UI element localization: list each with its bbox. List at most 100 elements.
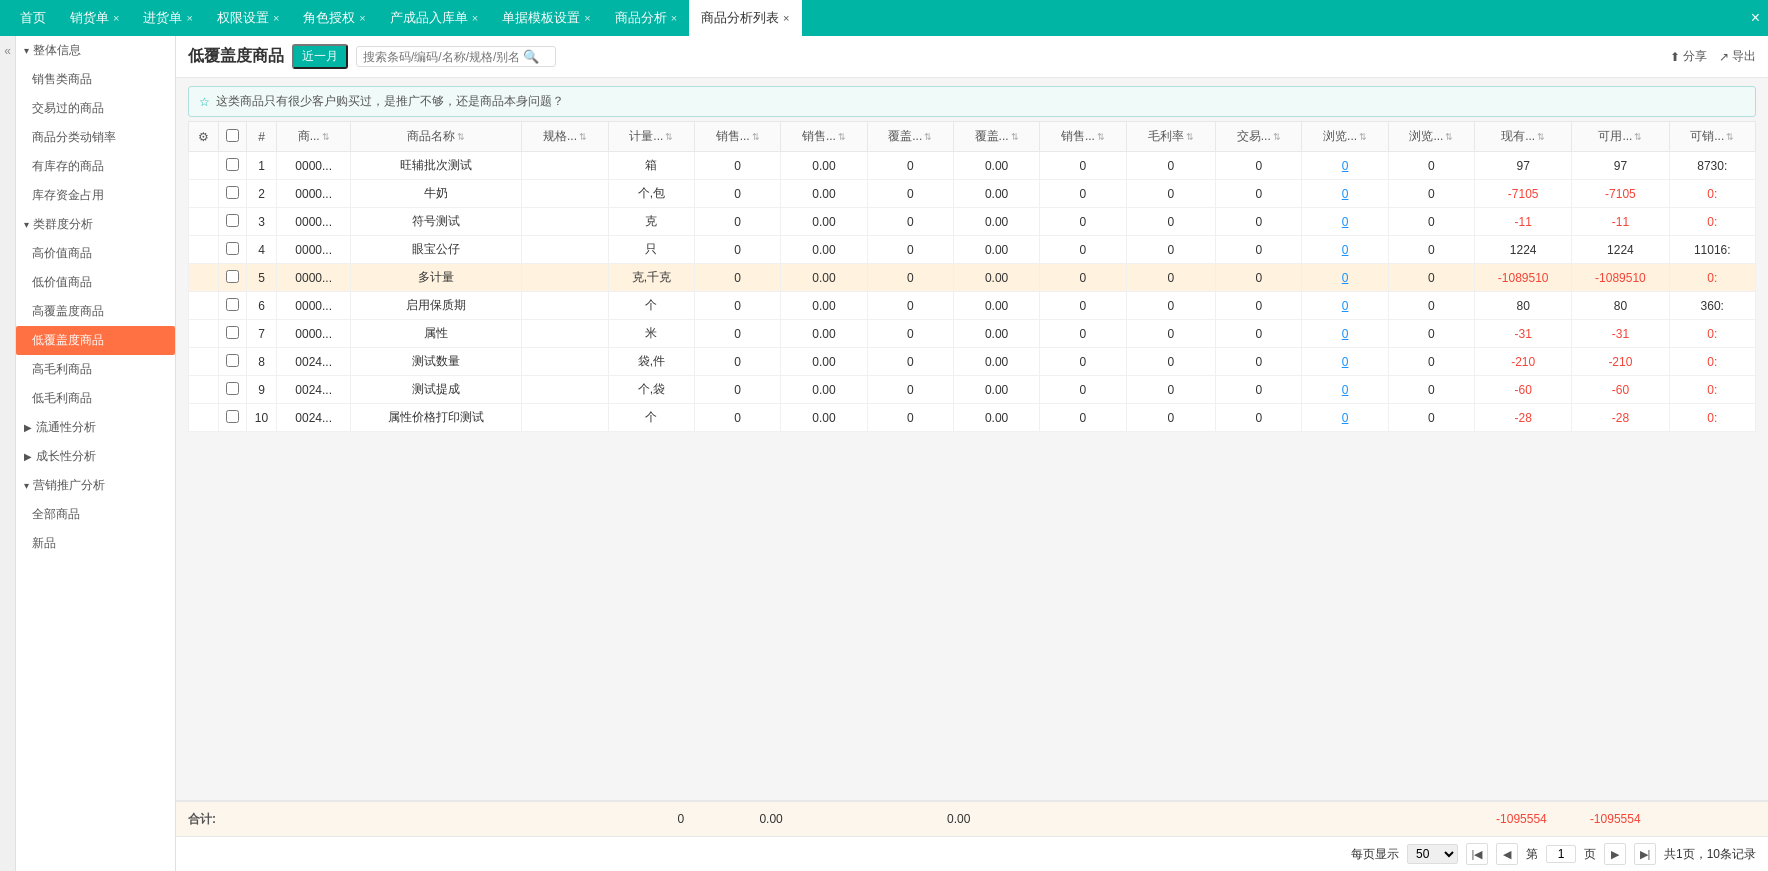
cell-browse1[interactable]: 0 (1302, 208, 1388, 236)
nav-sales-order[interactable]: 销货单 × (58, 0, 131, 36)
nav-close-product-stock[interactable]: × (472, 12, 478, 24)
page-size-select[interactable]: 50 100 200 (1407, 844, 1458, 864)
sidebar-section-cluster[interactable]: ▾ 类群度分析 (16, 210, 175, 239)
nav-close-template[interactable]: × (584, 12, 590, 24)
cell-check[interactable] (219, 236, 247, 264)
row-checkbox[interactable] (226, 214, 239, 227)
row-checkbox[interactable] (226, 158, 239, 171)
cell-check[interactable] (219, 152, 247, 180)
col-header-gross-rate[interactable]: 毛利率⇅ (1126, 122, 1216, 152)
cell-browse1[interactable]: 0 (1302, 180, 1388, 208)
nav-close-purchase-order[interactable]: × (186, 12, 192, 24)
sidebar-item-low-margin[interactable]: 低毛利商品 (16, 384, 175, 413)
col-header-current[interactable]: 现有...⇅ (1475, 122, 1572, 152)
row-checkbox[interactable] (226, 298, 239, 311)
nav-product-analysis[interactable]: 商品分析 × (603, 0, 689, 36)
sidebar-section-liquidity[interactable]: ▶ 流通性分析 (16, 413, 175, 442)
nav-close-sales-order[interactable]: × (113, 12, 119, 24)
cell-browse1[interactable]: 0 (1302, 376, 1388, 404)
select-all-checkbox[interactable] (226, 129, 239, 142)
row-checkbox[interactable] (226, 382, 239, 395)
nav-permission-settings[interactable]: 权限设置 × (205, 0, 291, 36)
cell-browse1[interactable]: 0 (1302, 292, 1388, 320)
sidebar-collapse-button[interactable]: « (0, 36, 16, 871)
nav-role-auth[interactable]: 角色授权 × (291, 0, 377, 36)
nav-close-product-analysis[interactable]: × (671, 12, 677, 24)
col-header-name[interactable]: 商品名称⇅ (351, 122, 522, 152)
col-header-cover2[interactable]: 覆盖...⇅ (953, 122, 1039, 152)
page-number-input[interactable] (1546, 845, 1576, 863)
nav-home[interactable]: 首页 (8, 0, 58, 36)
sidebar-item-high-value[interactable]: 高价值商品 (16, 239, 175, 268)
cell-browse1[interactable]: 0 (1302, 404, 1388, 432)
sidebar-section-overall[interactable]: ▾ 整体信息 (16, 36, 175, 65)
row-checkbox[interactable] (226, 354, 239, 367)
row-checkbox[interactable] (226, 326, 239, 339)
sidebar-item-traded-products[interactable]: 交易过的商品 (16, 94, 175, 123)
row-checkbox[interactable] (226, 270, 239, 283)
first-page-button[interactable]: |◀ (1466, 843, 1488, 865)
cell-browse1[interactable]: 0 (1302, 264, 1388, 292)
cell-check[interactable] (219, 376, 247, 404)
sidebar-item-stock-capital[interactable]: 库存资金占用 (16, 181, 175, 210)
col-header-sales3[interactable]: 销售...⇅ (1040, 122, 1126, 152)
nav-close-all-button[interactable]: × (1751, 9, 1760, 27)
nav-product-stock[interactable]: 产成品入库单 × (378, 0, 490, 36)
sidebar-item-low-value[interactable]: 低价值商品 (16, 268, 175, 297)
col-header-code[interactable]: 商...⇅ (277, 122, 351, 152)
cell-sales-amt: 0.00 (781, 208, 867, 236)
sidebar-item-sales-products[interactable]: 销售类商品 (16, 65, 175, 94)
cell-check[interactable] (219, 264, 247, 292)
prev-page-button[interactable]: ◀ (1496, 843, 1518, 865)
nav-template-settings[interactable]: 单据模板设置 × (490, 0, 602, 36)
sidebar-item-high-margin[interactable]: 高毛利商品 (16, 355, 175, 384)
col-header-sales-qty[interactable]: 销售...⇅ (695, 122, 781, 152)
row-checkbox[interactable] (226, 186, 239, 199)
cell-check[interactable] (219, 348, 247, 376)
last-page-button[interactable]: ▶| (1634, 843, 1656, 865)
sidebar-section-growth[interactable]: ▶ 成长性分析 (16, 442, 175, 471)
next-page-button[interactable]: ▶ (1604, 843, 1626, 865)
sidebar-item-high-coverage[interactable]: 高覆盖度商品 (16, 297, 175, 326)
nav-close-permission[interactable]: × (273, 12, 279, 24)
col-header-available[interactable]: 可用...⇅ (1572, 122, 1669, 152)
export-button[interactable]: ↗ 导出 (1719, 48, 1756, 65)
col-header-browse1[interactable]: 浏览...⇅ (1302, 122, 1388, 152)
search-input[interactable] (363, 50, 523, 64)
cell-check[interactable] (219, 208, 247, 236)
nav-close-product-analysis-list[interactable]: × (783, 12, 789, 24)
col-header-transaction[interactable]: 交易...⇅ (1216, 122, 1302, 152)
nav-close-role-auth[interactable]: × (359, 12, 365, 24)
cell-check[interactable] (219, 320, 247, 348)
cell-name: 测试数量 (351, 348, 522, 376)
cell-sellable: 0: (1669, 348, 1755, 376)
col-header-cover1[interactable]: 覆盖...⇅ (867, 122, 953, 152)
row-checkbox[interactable] (226, 242, 239, 255)
cell-browse1[interactable]: 0 (1302, 152, 1388, 180)
cell-check[interactable] (219, 292, 247, 320)
sidebar-item-stock-products[interactable]: 有库存的商品 (16, 152, 175, 181)
sidebar-item-low-coverage[interactable]: 低覆盖度商品 (16, 326, 175, 355)
cell-check[interactable] (219, 404, 247, 432)
col-header-sellable[interactable]: 可销...⇅ (1669, 122, 1755, 152)
cell-check[interactable] (219, 180, 247, 208)
nav-purchase-order[interactable]: 进货单 × (131, 0, 204, 36)
col-header-check[interactable] (219, 122, 247, 152)
col-header-spec[interactable]: 规格...⇅ (522, 122, 608, 152)
col-header-unit[interactable]: 计量...⇅ (608, 122, 694, 152)
col-header-browse2[interactable]: 浏览...⇅ (1388, 122, 1474, 152)
sidebar-item-category-rate[interactable]: 商品分类动销率 (16, 123, 175, 152)
row-checkbox[interactable] (226, 410, 239, 423)
cell-browse1[interactable]: 0 (1302, 320, 1388, 348)
share-button[interactable]: ⬆ 分享 (1670, 48, 1707, 65)
sidebar-item-new-products[interactable]: 新品 (16, 529, 175, 558)
nav-product-analysis-list[interactable]: 商品分析列表 × (689, 0, 801, 36)
cell-browse1[interactable]: 0 (1302, 236, 1388, 264)
cell-browse1[interactable]: 0 (1302, 348, 1388, 376)
time-filter-button[interactable]: 近一月 (292, 44, 348, 69)
sidebar-item-all-products[interactable]: 全部商品 (16, 500, 175, 529)
search-icon[interactable]: 🔍 (523, 49, 539, 64)
sidebar-section-marketing[interactable]: ▾ 营销推广分析 (16, 471, 175, 500)
col-header-settings[interactable]: ⚙ (189, 122, 219, 152)
col-header-sales-amt[interactable]: 销售...⇅ (781, 122, 867, 152)
